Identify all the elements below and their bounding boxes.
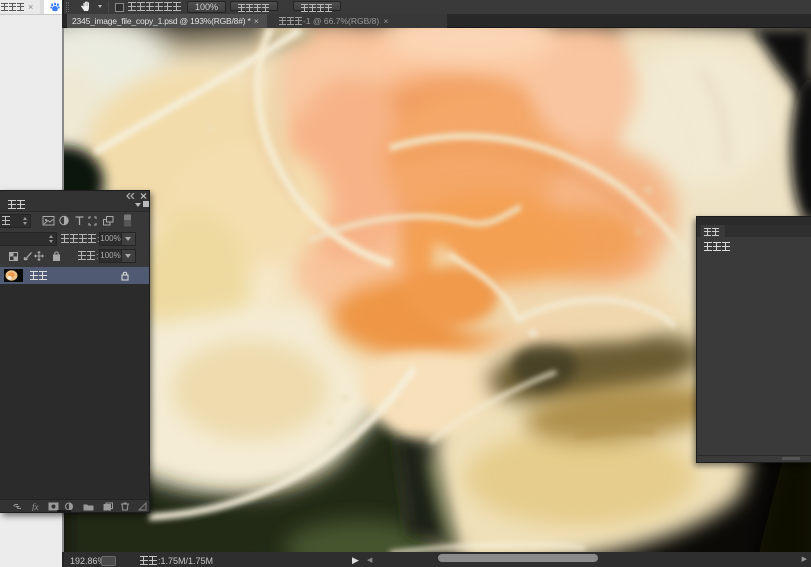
svg-text:fx: fx bbox=[32, 502, 39, 511]
